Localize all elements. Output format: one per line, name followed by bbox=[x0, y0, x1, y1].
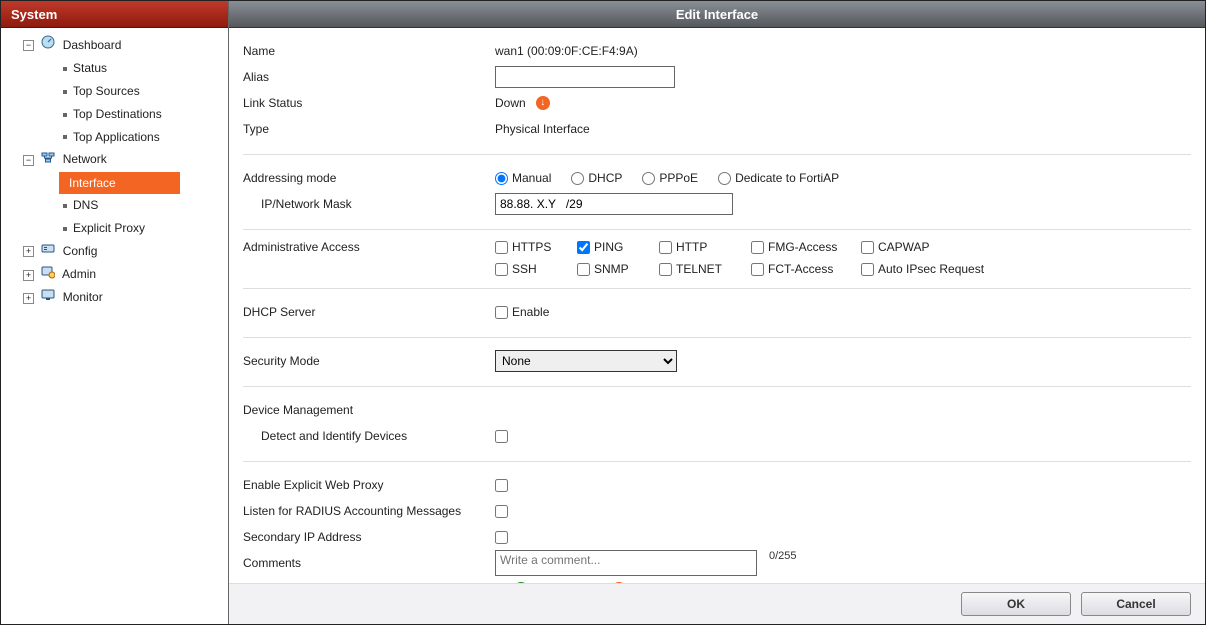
expand-icon[interactable]: + bbox=[23, 293, 34, 304]
label-addressing-mode: Addressing mode bbox=[243, 171, 495, 185]
label-radius: Listen for RADIUS Accounting Messages bbox=[243, 504, 495, 518]
bullet-icon bbox=[63, 113, 67, 117]
section-basic: Name wan1 (00:09:0F:CE:F4:9A) Alias Link… bbox=[243, 28, 1191, 155]
chk-ssh[interactable]: SSH bbox=[495, 262, 575, 276]
section-security: Security Mode None bbox=[243, 338, 1191, 387]
chk-telnet[interactable]: TELNET bbox=[659, 262, 749, 276]
label-type: Type bbox=[243, 122, 495, 136]
ok-button[interactable]: OK bbox=[961, 592, 1071, 616]
config-icon bbox=[41, 240, 55, 263]
network-icon bbox=[41, 149, 55, 172]
label-admin-access: Administrative Access bbox=[243, 240, 495, 254]
section-addressing: Addressing mode Manual DHCP PPPoE Dedica… bbox=[243, 155, 1191, 230]
bullet-icon bbox=[63, 227, 67, 231]
alias-input[interactable] bbox=[495, 66, 675, 88]
section-admin-access: Administrative Access HTTPS PING HTTP FM… bbox=[243, 230, 1191, 289]
expand-icon[interactable]: + bbox=[23, 270, 34, 281]
monitor-icon bbox=[41, 287, 55, 310]
link-down-icon: ↓ bbox=[536, 96, 550, 110]
radio-manual[interactable]: Manual bbox=[495, 171, 551, 185]
chk-secondary-ip[interactable] bbox=[495, 531, 508, 544]
chk-ping[interactable]: PING bbox=[577, 240, 657, 254]
cancel-button[interactable]: Cancel bbox=[1081, 592, 1191, 616]
expand-icon[interactable]: + bbox=[23, 246, 34, 257]
label-dhcp: DHCP Server bbox=[243, 305, 495, 319]
form-area: Name wan1 (00:09:0F:CE:F4:9A) Alias Link… bbox=[229, 28, 1205, 583]
chk-snmp[interactable]: SNMP bbox=[577, 262, 657, 276]
label-detect-devices: Detect and Identify Devices bbox=[243, 429, 495, 443]
label-alias: Alias bbox=[243, 70, 495, 84]
nav-network[interactable]: Network bbox=[63, 152, 107, 166]
nav-top-destinations[interactable]: Top Destinations bbox=[73, 107, 162, 121]
chk-detect-devices[interactable] bbox=[495, 430, 508, 443]
chk-ipsec[interactable]: Auto IPsec Request bbox=[861, 262, 984, 276]
label-comments: Comments bbox=[243, 556, 495, 570]
chk-fct[interactable]: FCT-Access bbox=[751, 262, 859, 276]
nav-dashboard[interactable]: Dashboard bbox=[63, 38, 122, 52]
collapse-icon[interactable]: − bbox=[23, 40, 34, 51]
section-dhcp: DHCP Server Enable bbox=[243, 289, 1191, 338]
value-type: Physical Interface bbox=[495, 122, 1191, 136]
nav-config[interactable]: Config bbox=[63, 244, 98, 258]
footer: OK Cancel bbox=[229, 583, 1205, 624]
label-name: Name bbox=[243, 44, 495, 58]
bullet-icon bbox=[63, 67, 67, 71]
bullet-icon bbox=[63, 135, 67, 139]
label-explicit-proxy: Enable Explicit Web Proxy bbox=[243, 478, 495, 492]
nav-top-sources[interactable]: Top Sources bbox=[73, 84, 140, 98]
label-ip-mask: IP/Network Mask bbox=[243, 197, 495, 211]
bullet-icon bbox=[63, 204, 67, 208]
main-panel: Edit Interface Name wan1 (00:09:0F:CE:F4… bbox=[229, 1, 1205, 624]
nav-monitor[interactable]: Monitor bbox=[63, 290, 103, 304]
nav-dns[interactable]: DNS bbox=[73, 198, 98, 212]
chk-fmg[interactable]: FMG-Access bbox=[751, 240, 859, 254]
nav-status[interactable]: Status bbox=[73, 61, 107, 75]
value-name: wan1 (00:09:0F:CE:F4:9A) bbox=[495, 44, 1191, 58]
label-link-status: Link Status bbox=[243, 96, 495, 110]
value-link-status: Down bbox=[495, 96, 526, 110]
radio-pppoe[interactable]: PPPoE bbox=[642, 171, 698, 185]
ip-mask-input[interactable] bbox=[495, 193, 733, 215]
radio-fortiap[interactable]: Dedicate to FortiAP bbox=[718, 171, 839, 185]
nav-admin[interactable]: Admin bbox=[62, 267, 96, 281]
chk-dhcp-enable[interactable]: Enable bbox=[495, 305, 549, 319]
security-mode-select[interactable]: None bbox=[495, 350, 677, 372]
bullet-icon bbox=[63, 90, 67, 94]
nav-explicit-proxy[interactable]: Explicit Proxy bbox=[73, 221, 145, 235]
admin-icon bbox=[41, 264, 55, 287]
collapse-icon[interactable]: − bbox=[23, 155, 34, 166]
label-device-mgmt: Device Management bbox=[243, 403, 495, 417]
nav-top-applications[interactable]: Top Applications bbox=[73, 130, 160, 144]
nav-tree: − Dashboard Status Top Sources Top Desti… bbox=[1, 28, 228, 316]
nav-interface[interactable]: Interface bbox=[59, 172, 180, 195]
chk-explicit-proxy[interactable] bbox=[495, 479, 508, 492]
page-title: Edit Interface bbox=[229, 1, 1205, 28]
section-misc: Enable Explicit Web Proxy Listen for RAD… bbox=[243, 462, 1191, 583]
dashboard-icon bbox=[41, 34, 55, 57]
label-secondary-ip: Secondary IP Address bbox=[243, 530, 495, 544]
comments-counter: 0/255 bbox=[769, 550, 797, 562]
radio-dhcp[interactable]: DHCP bbox=[571, 171, 622, 185]
sidebar: System − Dashboard Status Top Sources To… bbox=[1, 1, 229, 624]
chk-https[interactable]: HTTPS bbox=[495, 240, 575, 254]
chk-http[interactable]: HTTP bbox=[659, 240, 749, 254]
section-device-mgmt: Device Management Detect and Identify De… bbox=[243, 387, 1191, 462]
label-security-mode: Security Mode bbox=[243, 354, 495, 368]
chk-radius[interactable] bbox=[495, 505, 508, 518]
chk-capwap[interactable]: CAPWAP bbox=[861, 240, 930, 254]
sidebar-title: System bbox=[1, 1, 228, 28]
comments-input[interactable] bbox=[495, 550, 757, 576]
